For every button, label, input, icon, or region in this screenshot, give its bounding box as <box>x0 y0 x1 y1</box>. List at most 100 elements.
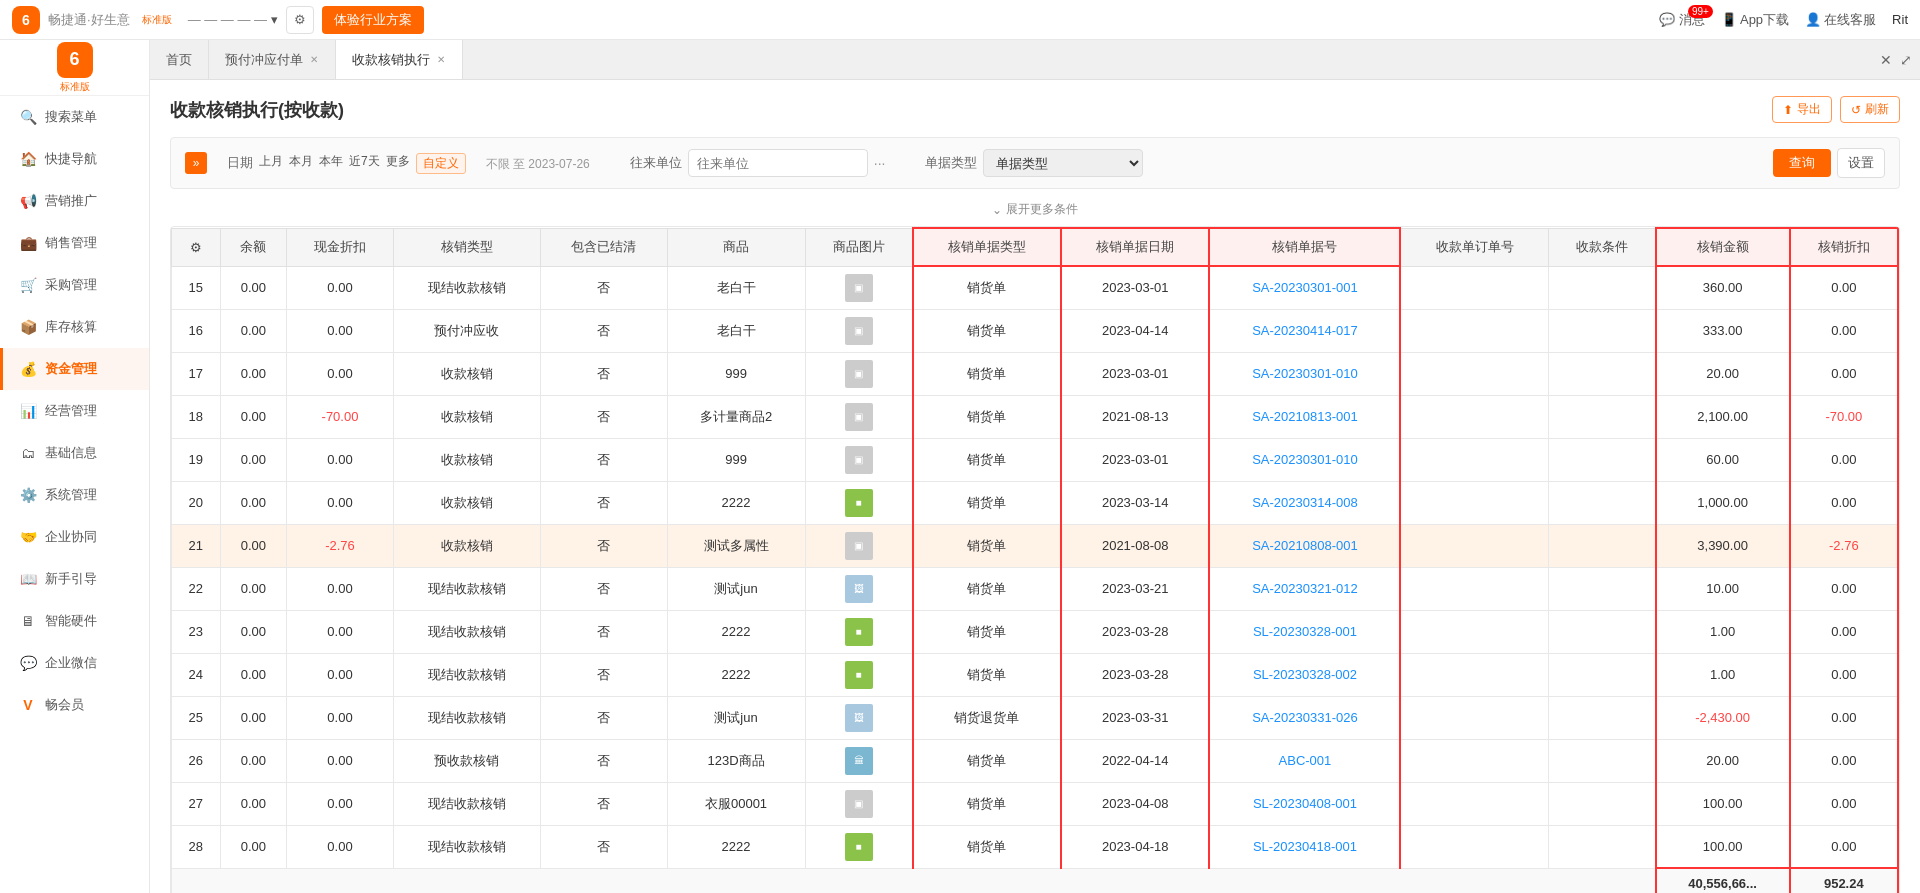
hardware-icon: 🖥 <box>19 613 37 629</box>
sidebar-item-search[interactable]: 🔍 搜索菜单 <box>0 96 149 138</box>
sidebar-item-marketing[interactable]: 📢 营销推广 <box>0 180 149 222</box>
sidebar-item-system[interactable]: ⚙️ 系统管理 <box>0 474 149 516</box>
cell-writeoff-amount: 100.00 <box>1656 782 1790 825</box>
sidebar-item-shortcut[interactable]: 🏠 快捷导航 <box>0 138 149 180</box>
writeoff-no-link[interactable]: SL-20230408-001 <box>1253 796 1357 811</box>
writeoff-no-link[interactable]: SA-20210813-001 <box>1252 409 1358 424</box>
sidebar-item-finance[interactable]: 💰 资金管理 <box>0 348 149 390</box>
cell-no: 27 <box>172 782 221 825</box>
writeoff-no-link[interactable]: SA-20230331-026 <box>1252 710 1358 725</box>
cell-cash-discount: 0.00 <box>287 696 394 739</box>
settings-gear-btn[interactable]: ⚙ <box>286 6 314 34</box>
writeoff-no-link[interactable]: SA-20230301-010 <box>1252 366 1358 381</box>
writeoff-no-link[interactable]: ABC-001 <box>1279 753 1332 768</box>
message-badge[interactable]: 💬 消息 99+ <box>1659 11 1705 29</box>
cell-collection-order <box>1400 395 1548 438</box>
product-image: ▣ <box>845 360 873 388</box>
date-7days[interactable]: 近7天 <box>349 153 380 174</box>
cell-writeoff-doc-type: 销货单 <box>913 825 1061 868</box>
writeoff-no-link[interactable]: SA-20230301-010 <box>1252 452 1358 467</box>
tab-prepay-close[interactable]: ✕ <box>309 53 319 66</box>
page-title: 收款核销执行(按收款) <box>170 98 344 122</box>
export-icon: ⬆ <box>1783 103 1793 117</box>
workspace-dropdown[interactable]: — — — — — ▾ <box>188 12 278 27</box>
cell-collection-order <box>1400 352 1548 395</box>
tab-home[interactable]: 首页 <box>150 40 209 79</box>
table-row: 24 0.00 0.00 现结收款核销 否 2222 ■ 销货单 2023-03… <box>172 653 1899 696</box>
sidebar-item-member[interactable]: V 畅会员 <box>0 684 149 726</box>
export-btn[interactable]: ⬆ 导出 <box>1772 96 1832 123</box>
sidebar-item-hardware[interactable]: 🖥 智能硬件 <box>0 600 149 642</box>
col-settings[interactable]: ⚙ <box>172 228 221 266</box>
page-content: 收款核销执行(按收款) ⬆ 导出 ↺ 刷新 <box>150 80 1920 893</box>
sidebar-item-guide[interactable]: 📖 新手引导 <box>0 558 149 600</box>
cell-writeoff-amount: 20.00 <box>1656 739 1790 782</box>
cell-writeoff-doc-type: 销货单 <box>913 610 1061 653</box>
col-writeoff-amount: 核销金额 <box>1656 228 1790 266</box>
date-this-year[interactable]: 本年 <box>319 153 343 174</box>
sidebar-item-operations[interactable]: 📊 经营管理 <box>0 390 149 432</box>
date-this-month[interactable]: 本月 <box>289 153 313 174</box>
date-custom[interactable]: 自定义 <box>416 153 466 174</box>
cell-balance: 0.00 <box>220 352 286 395</box>
doc-type-select[interactable]: 单据类型 <box>983 149 1143 177</box>
sidebar-item-wechat[interactable]: 💬 企业微信 <box>0 642 149 684</box>
app-download[interactable]: 📱 App下载 <box>1721 11 1789 29</box>
refresh-btn[interactable]: ↺ 刷新 <box>1840 96 1900 123</box>
cell-writeoff-no: SL-20230408-001 <box>1209 782 1400 825</box>
counterparty-more-dots[interactable]: ··· <box>874 155 886 171</box>
date-last-month[interactable]: 上月 <box>259 153 283 174</box>
trial-btn[interactable]: 体验行业方案 <box>322 6 424 34</box>
expand-more-btn[interactable]: ⌄ 展开更多条件 <box>992 201 1078 218</box>
writeoff-no-link[interactable]: SA-20210808-001 <box>1252 538 1358 553</box>
sidebar-item-inventory[interactable]: 📦 库存核算 <box>0 306 149 348</box>
cell-include-settled: 否 <box>540 352 667 395</box>
member-icon: V <box>19 697 37 713</box>
sidebar-item-label-member: 畅会员 <box>45 696 84 714</box>
table-row: 23 0.00 0.00 现结收款核销 否 2222 ■ 销货单 2023-03… <box>172 610 1899 653</box>
sidebar-item-corp[interactable]: 🤝 企业协同 <box>0 516 149 558</box>
writeoff-no-link[interactable]: SL-20230328-002 <box>1253 667 1357 682</box>
cell-product: 测试jun <box>667 567 805 610</box>
writeoff-no-link[interactable]: SA-20230301-001 <box>1252 280 1358 295</box>
sidebar-item-purchase[interactable]: 🛒 采购管理 <box>0 264 149 306</box>
sidebar-item-base[interactable]: 🗂 基础信息 <box>0 432 149 474</box>
top-bar: 6 畅捷通·好生意 标准版 — — — — — ▾ ⚙ 体验行业方案 💬 消息 … <box>0 0 1920 40</box>
writeoff-no-link[interactable]: SA-20230314-008 <box>1252 495 1358 510</box>
tab-close-btn[interactable]: ✕ <box>1880 52 1892 68</box>
writeoff-no-link[interactable]: SA-20230321-012 <box>1252 581 1358 596</box>
tab-maximize-btn[interactable]: ⤢ <box>1900 52 1912 68</box>
filter-expand-btn[interactable]: » <box>185 152 207 174</box>
system-icon: ⚙️ <box>19 487 37 503</box>
writeoff-no-link[interactable]: SL-20230328-001 <box>1253 624 1357 639</box>
cell-collection-condition <box>1548 438 1655 481</box>
message-count: 99+ <box>1688 5 1713 18</box>
table-row: 22 0.00 0.00 现结收款核销 否 测试jun 🖼 销货单 2023-0… <box>172 567 1899 610</box>
cell-writeoff-no: SA-20210808-001 <box>1209 524 1400 567</box>
cell-include-settled: 否 <box>540 567 667 610</box>
online-service[interactable]: 👤 在线客服 <box>1805 11 1876 29</box>
sidebar-item-sales[interactable]: 💼 销售管理 <box>0 222 149 264</box>
cell-product: 老白干 <box>667 266 805 309</box>
cell-include-settled: 否 <box>540 610 667 653</box>
tab-prepay[interactable]: 预付冲应付单 ✕ <box>209 40 336 79</box>
cell-writeoff-discount: 0.00 <box>1790 309 1898 352</box>
cell-writeoff-type: 收款核销 <box>393 481 540 524</box>
query-btn[interactable]: 查询 <box>1773 149 1831 177</box>
product-image: ■ <box>845 489 873 517</box>
tab-collection[interactable]: 收款核销执行 ✕ <box>336 40 463 79</box>
col-collection-condition: 收款条件 <box>1548 228 1655 266</box>
writeoff-no-link[interactable]: SL-20230418-001 <box>1253 839 1357 854</box>
counterparty-input[interactable] <box>688 149 868 177</box>
cell-product-img: 🖼 <box>805 696 912 739</box>
user-display[interactable]: Rit <box>1892 12 1908 27</box>
cell-product: 999 <box>667 352 805 395</box>
cell-writeoff-doc-type: 销货单 <box>913 524 1061 567</box>
writeoff-no-link[interactable]: SA-20230414-017 <box>1252 323 1358 338</box>
tab-collection-close[interactable]: ✕ <box>436 53 446 66</box>
data-table: ⚙ 余额 现金折扣 核销类型 包含已结清 商品 商品图片 核销单据类型 核销单据… <box>171 227 1899 893</box>
setting-btn[interactable]: 设置 <box>1837 148 1885 178</box>
cell-writeoff-type: 收款核销 <box>393 524 540 567</box>
cell-no: 22 <box>172 567 221 610</box>
date-more[interactable]: 更多 <box>386 153 410 174</box>
